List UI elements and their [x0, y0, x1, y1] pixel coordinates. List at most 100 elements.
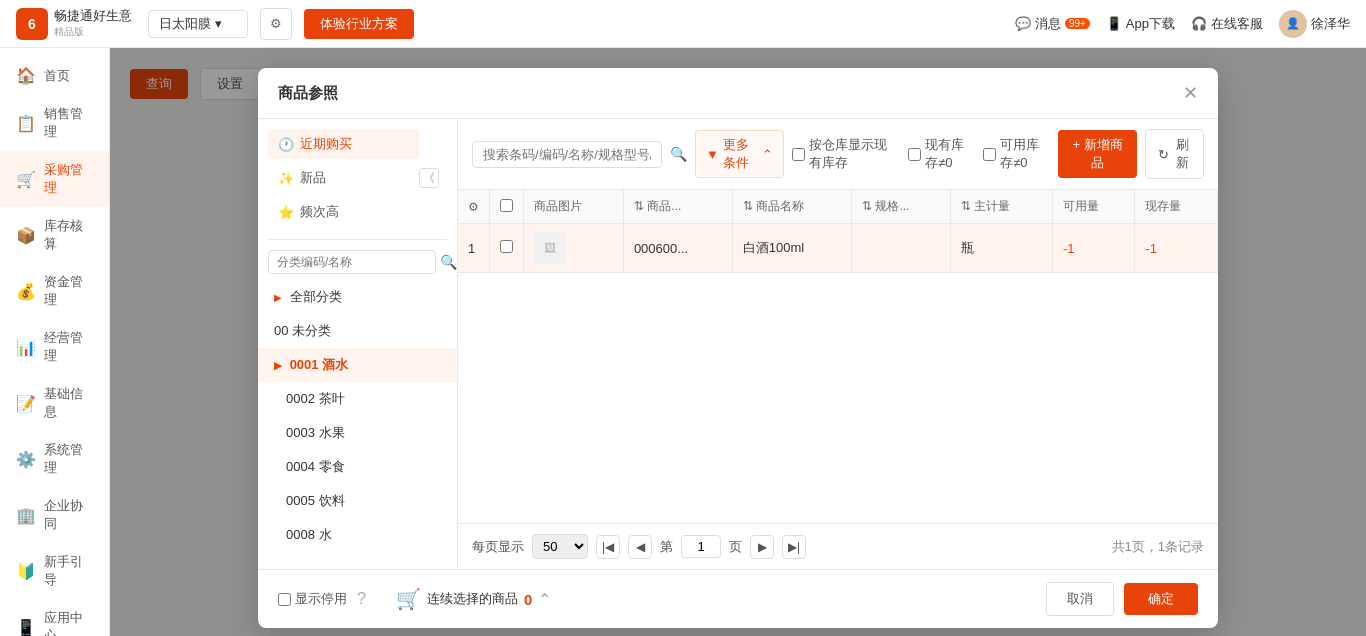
logo-text: 畅捷通好生意: [54, 8, 132, 25]
category-label: 0004 零食: [286, 459, 345, 474]
sidebar-item-enterprise[interactable]: 🏢 企业协同: [0, 487, 109, 543]
sidebar-item-operation[interactable]: 📊 经营管理: [0, 319, 109, 375]
collapse-btn[interactable]: 《: [419, 168, 439, 188]
sidebar-item-basic[interactable]: 📝 基础信息: [0, 375, 109, 431]
next-page-btn[interactable]: ▶: [750, 535, 774, 559]
operation-icon: 📊: [16, 338, 36, 357]
col-image: 商品图片: [524, 190, 624, 224]
sidebar-item-label: 销售管理: [44, 105, 93, 141]
logo-icon: 6: [16, 8, 48, 40]
sidebar-item-purchase[interactable]: 🛒 采购管理: [0, 151, 109, 207]
chevron-up-icon: ⌃: [762, 147, 773, 162]
product-search-icon[interactable]: 🔍: [670, 146, 687, 162]
category-item-0003[interactable]: 0003 水果: [258, 416, 457, 450]
category-item-0005[interactable]: 0005 饮料: [258, 484, 457, 518]
user-nav[interactable]: 👤 徐泽华: [1279, 10, 1350, 38]
prev-page-btn[interactable]: ◀: [628, 535, 652, 559]
col-unit: ⇅ 主计量: [951, 190, 1053, 224]
divider: [268, 239, 447, 240]
tab-recent[interactable]: 🕐 近期购买: [268, 129, 419, 159]
settings-icon[interactable]: ⚙: [260, 8, 292, 40]
help-icon[interactable]: ?: [357, 590, 366, 608]
category-label: 0003 水果: [286, 425, 345, 440]
confirm-btn[interactable]: 确定: [1124, 583, 1198, 615]
headset-icon: 🎧: [1191, 16, 1207, 31]
row-name: 白酒100ml: [732, 224, 851, 273]
purchase-icon: 🛒: [16, 170, 36, 189]
top-nav: 6 畅捷通好生意 精品版 日太阳膜 ▾ ⚙ 体验行业方案 💬 消息 99+ 📱 …: [0, 0, 1366, 48]
sidebar-item-guide[interactable]: 🔰 新手引导: [0, 543, 109, 599]
category-label: 00 未分类: [274, 323, 331, 338]
page-input[interactable]: [681, 535, 721, 558]
product-search-input[interactable]: [472, 141, 662, 168]
checkbox-warehouse[interactable]: 按仓库显示现有库存: [792, 136, 900, 172]
sidebar-item-sales[interactable]: 📋 销售管理: [0, 95, 109, 151]
page-info: 共1页，1条记录: [1112, 538, 1204, 556]
close-icon[interactable]: ✕: [1183, 82, 1198, 104]
star-icon: ⭐: [278, 205, 294, 220]
add-product-btn[interactable]: + 新增商品: [1058, 130, 1137, 178]
sidebar-item-label: 系统管理: [44, 441, 93, 477]
sidebar-item-label: 采购管理: [44, 161, 93, 197]
tab-label: 新品: [300, 169, 326, 187]
select-all-checkbox[interactable]: [500, 199, 513, 212]
tab-frequent[interactable]: ⭐ 频次高: [268, 197, 419, 227]
row-checkbox[interactable]: [490, 224, 524, 273]
category-search-input[interactable]: [268, 250, 436, 274]
app-download-nav[interactable]: 📱 App下载: [1106, 15, 1175, 33]
col-stock: 现存量: [1135, 190, 1218, 224]
messages-nav[interactable]: 💬 消息 99+: [1015, 15, 1090, 33]
category-item-0008[interactable]: 0008 水: [258, 518, 457, 552]
tenant-dropdown[interactable]: 日太阳膜 ▾: [148, 10, 248, 38]
sidebar-item-home[interactable]: 🏠 首页: [0, 56, 109, 95]
product-image: 🖼: [534, 232, 566, 264]
sidebar-item-label: 企业协同: [44, 497, 93, 533]
checkbox-available-ne0[interactable]: 可用库存≠0: [983, 136, 1050, 172]
inventory-icon: 📦: [16, 226, 36, 245]
category-item-00[interactable]: 00 未分类: [258, 314, 457, 348]
checkbox-available-input[interactable]: [983, 148, 996, 161]
category-item-0010[interactable]: 0010 家电: [258, 552, 457, 559]
row-select-checkbox[interactable]: [500, 240, 513, 253]
sidebar-item-inventory[interactable]: 📦 库存核算: [0, 207, 109, 263]
experience-btn[interactable]: 体验行业方案: [304, 9, 414, 39]
refresh-btn[interactable]: ↻ 刷新: [1145, 129, 1204, 179]
table-row[interactable]: 1 🖼 000600... 白酒100ml 瓶: [458, 224, 1218, 273]
show-disabled-label[interactable]: 显示停用: [278, 590, 347, 608]
category-label: 全部分类: [290, 289, 342, 304]
category-item-0001[interactable]: ▶ 0001 酒水: [258, 348, 457, 382]
sidebar-item-finance[interactable]: 💰 资金管理: [0, 263, 109, 319]
cart-icon[interactable]: 🛒: [396, 587, 421, 611]
sidebar-item-label: 经营管理: [44, 329, 93, 365]
sidebar-item-label: 资金管理: [44, 273, 93, 309]
category-item-all[interactable]: ▶ 全部分类: [258, 280, 457, 314]
show-disabled-checkbox[interactable]: [278, 593, 291, 606]
main-layout: 🏠 首页 📋 销售管理 🛒 采购管理 📦 库存核算 💰 资金管理 📊 经营管理 …: [0, 48, 1366, 636]
basic-icon: 📝: [16, 394, 36, 413]
new-icon: ✨: [278, 171, 294, 186]
logo-sub: 精品版: [54, 25, 132, 39]
cancel-btn[interactable]: 取消: [1046, 582, 1114, 616]
per-page-select[interactable]: 50 20 100: [532, 534, 588, 559]
modal-title: 商品参照: [278, 84, 338, 103]
sidebar-item-system[interactable]: ⚙️ 系统管理: [0, 431, 109, 487]
table-header: ⚙ 商品图片 ⇅ 商品... ⇅: [458, 190, 1218, 224]
checkbox-stock-input[interactable]: [908, 148, 921, 161]
arrow-icon: ▶: [274, 292, 282, 303]
last-page-btn[interactable]: ▶|: [782, 535, 806, 559]
first-page-btn[interactable]: |◀: [596, 535, 620, 559]
search-icon[interactable]: 🔍: [440, 254, 457, 270]
guide-icon: 🔰: [16, 562, 36, 581]
category-item-0004[interactable]: 0004 零食: [258, 450, 457, 484]
online-service-nav[interactable]: 🎧 在线客服: [1191, 15, 1263, 33]
category-item-0002[interactable]: 0002 茶叶: [258, 382, 457, 416]
tab-new[interactable]: ✨ 新品: [268, 163, 419, 193]
per-page-label: 每页显示: [472, 538, 524, 556]
sidebar-item-label: 应用中心: [44, 609, 93, 636]
sidebar-item-apps[interactable]: 📱 应用中心: [0, 599, 109, 636]
checkbox-warehouse-input[interactable]: [792, 148, 805, 161]
filter-btn[interactable]: ▼ 更多条件 ⌃: [695, 130, 784, 178]
row-unit: 瓶: [951, 224, 1053, 273]
checkbox-stock-ne0[interactable]: 现有库存≠0: [908, 136, 975, 172]
chevron-up-icon[interactable]: ⌃: [538, 590, 551, 609]
